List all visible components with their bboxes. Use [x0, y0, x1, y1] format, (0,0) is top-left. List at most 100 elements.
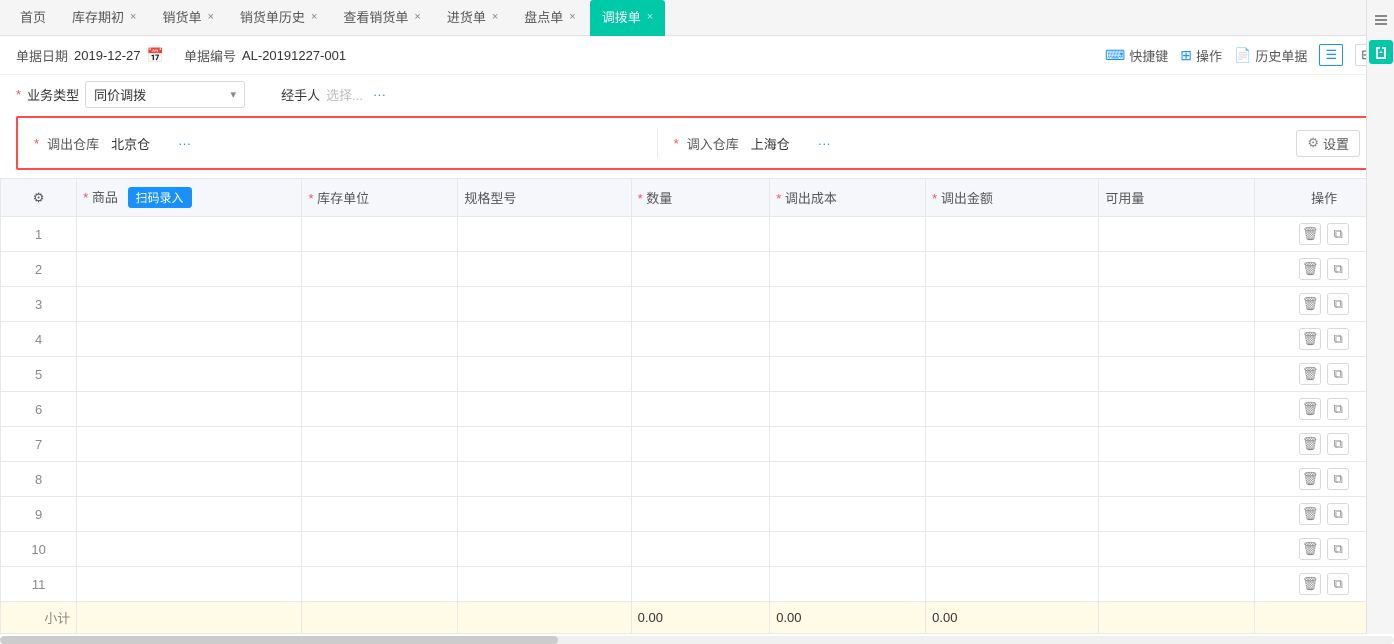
tab-inventory-init[interactable]: 库存期初 ×	[60, 0, 148, 36]
unit-cell[interactable]	[302, 322, 458, 357]
avail-cell[interactable]	[1099, 462, 1255, 497]
avail-cell[interactable]	[1099, 392, 1255, 427]
unit-cell[interactable]	[302, 392, 458, 427]
qty-cell[interactable]	[631, 497, 770, 532]
ops-button[interactable]: ⊞ 操作	[1180, 46, 1222, 65]
calendar-icon[interactable]: 📅	[147, 47, 164, 64]
delete-row-button[interactable]: 🗑	[1299, 293, 1321, 315]
delete-row-button[interactable]: 🗑	[1299, 258, 1321, 280]
amount-cell[interactable]	[926, 217, 1099, 252]
product-cell[interactable]	[77, 567, 302, 602]
tab-transfer-order-close[interactable]: ×	[647, 11, 653, 23]
amount-cell[interactable]	[926, 532, 1099, 567]
amount-cell[interactable]	[926, 357, 1099, 392]
tab-view-sales-close[interactable]: ×	[414, 11, 420, 23]
delete-row-button[interactable]: 🗑	[1299, 468, 1321, 490]
amount-cell[interactable]	[926, 287, 1099, 322]
copy-row-button[interactable]: ⧉	[1327, 328, 1349, 350]
delete-row-button[interactable]: 🗑	[1299, 503, 1321, 525]
tab-inventory-init-close[interactable]: ×	[130, 11, 136, 23]
cost-cell[interactable]	[770, 322, 926, 357]
delete-row-button[interactable]: 🗑	[1299, 398, 1321, 420]
unit-cell[interactable]	[302, 427, 458, 462]
cost-cell[interactable]	[770, 392, 926, 427]
delete-row-button[interactable]: 🗑	[1299, 223, 1321, 245]
handler-placeholder[interactable]: 选择...	[326, 85, 363, 104]
amount-cell[interactable]	[926, 427, 1099, 462]
tab-view-sales[interactable]: 查看销货单 ×	[331, 0, 432, 36]
cost-cell[interactable]	[770, 252, 926, 287]
tab-purchase-order-close[interactable]: ×	[492, 11, 498, 23]
copy-row-button[interactable]: ⧉	[1327, 503, 1349, 525]
qty-cell[interactable]	[631, 252, 770, 287]
qty-cell[interactable]	[631, 427, 770, 462]
copy-row-button[interactable]: ⧉	[1327, 258, 1349, 280]
copy-row-button[interactable]: ⧉	[1327, 398, 1349, 420]
tab-sales-order[interactable]: 销货单 ×	[150, 0, 225, 36]
amount-cell[interactable]	[926, 252, 1099, 287]
avail-cell[interactable]	[1099, 567, 1255, 602]
product-cell[interactable]	[77, 497, 302, 532]
qty-cell[interactable]	[631, 567, 770, 602]
qty-cell[interactable]	[631, 217, 770, 252]
layout-list-button[interactable]: ☰	[1319, 44, 1343, 66]
copy-row-button[interactable]: ⧉	[1327, 433, 1349, 455]
table-gear-icon[interactable]: ⚙	[33, 190, 45, 205]
copy-row-button[interactable]: ⧉	[1327, 293, 1349, 315]
product-cell[interactable]	[77, 532, 302, 567]
delete-row-button[interactable]: 🗑	[1299, 363, 1321, 385]
copy-row-button[interactable]: ⧉	[1327, 223, 1349, 245]
horizontal-scrollbar[interactable]	[0, 636, 1394, 644]
gear-column-header[interactable]: ⚙	[1, 179, 77, 217]
delete-row-button[interactable]: 🗑	[1299, 538, 1321, 560]
transfer-in-more[interactable]: ···	[818, 136, 831, 151]
product-cell[interactable]	[77, 462, 302, 497]
spec-cell[interactable]	[458, 532, 631, 567]
history-button[interactable]: 📄 历史单据	[1234, 46, 1307, 65]
unit-cell[interactable]	[302, 567, 458, 602]
tab-home[interactable]: 首页	[8, 0, 58, 36]
avail-cell[interactable]	[1099, 322, 1255, 357]
unit-cell[interactable]	[302, 217, 458, 252]
qty-cell[interactable]	[631, 287, 770, 322]
tab-inventory-check[interactable]: 盘点单 ×	[512, 0, 587, 36]
unit-cell[interactable]	[302, 532, 458, 567]
product-cell[interactable]	[77, 357, 302, 392]
transfer-out-more[interactable]: ···	[178, 136, 191, 151]
qty-cell[interactable]	[631, 357, 770, 392]
spec-cell[interactable]	[458, 217, 631, 252]
product-cell[interactable]	[77, 322, 302, 357]
cost-cell[interactable]	[770, 532, 926, 567]
tab-sales-history[interactable]: 销货单历史 ×	[228, 0, 329, 36]
amount-cell[interactable]	[926, 462, 1099, 497]
scrollbar-thumb[interactable]	[0, 636, 558, 644]
tab-sales-order-close[interactable]: ×	[207, 11, 213, 23]
cost-cell[interactable]	[770, 217, 926, 252]
business-type-select[interactable]: 同价调拨 ▾	[85, 81, 245, 108]
sidebar-export-icon[interactable]	[1369, 40, 1393, 64]
avail-cell[interactable]	[1099, 357, 1255, 392]
cost-cell[interactable]	[770, 287, 926, 322]
product-cell[interactable]	[77, 392, 302, 427]
delete-row-button[interactable]: 🗑	[1299, 328, 1321, 350]
copy-row-button[interactable]: ⧉	[1327, 573, 1349, 595]
tab-transfer-order[interactable]: 调拨单 ×	[590, 0, 665, 36]
product-cell[interactable]	[77, 427, 302, 462]
product-cell[interactable]	[77, 287, 302, 322]
spec-cell[interactable]	[458, 462, 631, 497]
spec-cell[interactable]	[458, 427, 631, 462]
tab-sales-history-close[interactable]: ×	[311, 11, 317, 23]
qty-cell[interactable]	[631, 392, 770, 427]
cost-cell[interactable]	[770, 357, 926, 392]
spec-cell[interactable]	[458, 392, 631, 427]
cost-cell[interactable]	[770, 567, 926, 602]
avail-cell[interactable]	[1099, 252, 1255, 287]
avail-cell[interactable]	[1099, 497, 1255, 532]
tab-purchase-order[interactable]: 进货单 ×	[435, 0, 510, 36]
spec-cell[interactable]	[458, 567, 631, 602]
amount-cell[interactable]	[926, 567, 1099, 602]
spec-cell[interactable]	[458, 287, 631, 322]
spec-cell[interactable]	[458, 497, 631, 532]
avail-cell[interactable]	[1099, 217, 1255, 252]
avail-cell[interactable]	[1099, 287, 1255, 322]
